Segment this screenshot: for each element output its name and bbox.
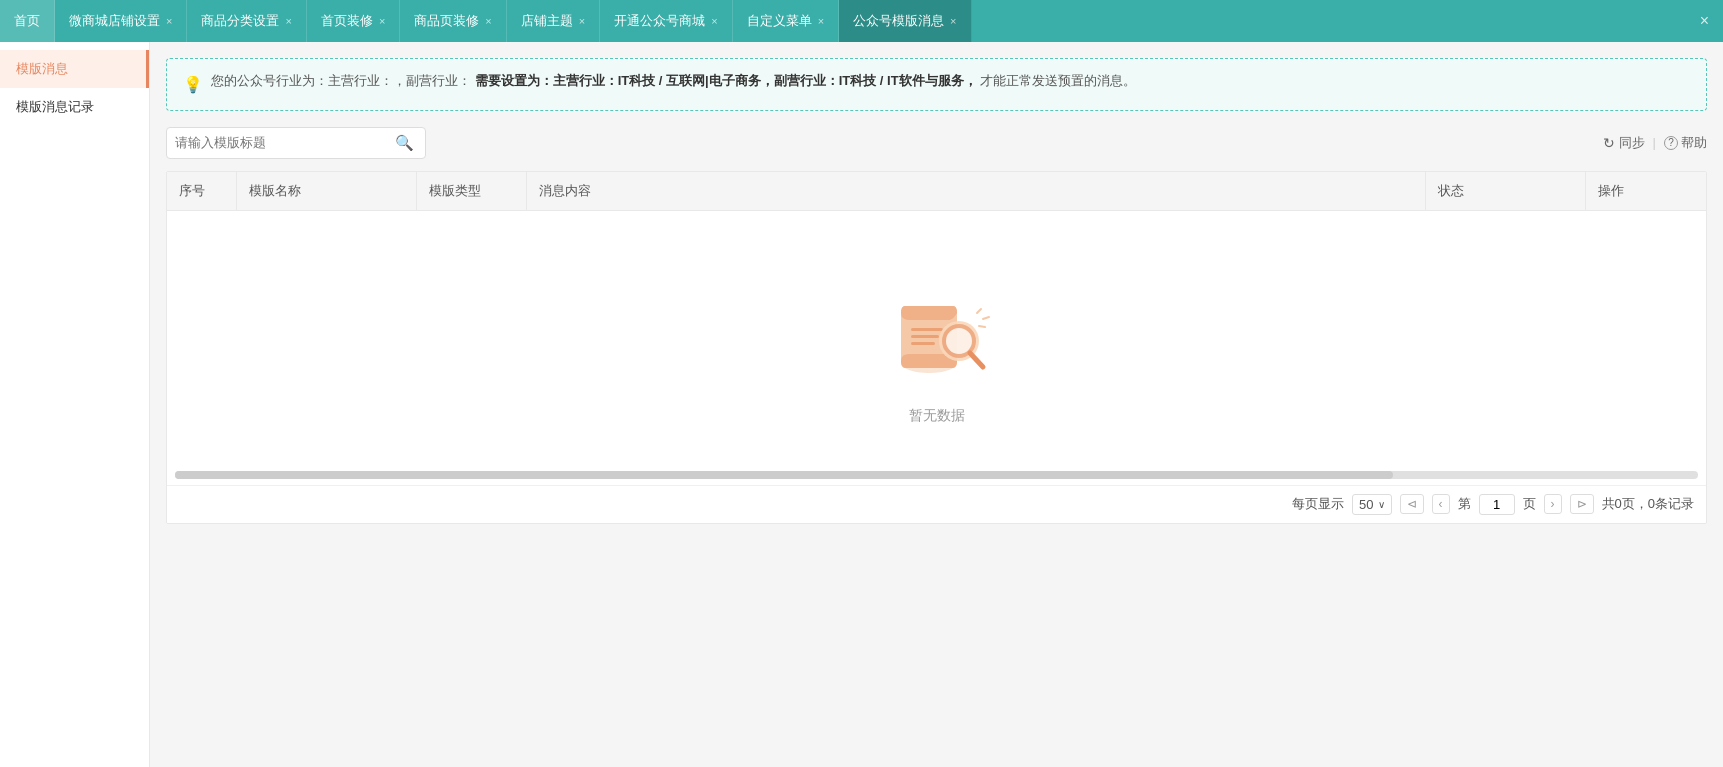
table-header: 序号 模版名称 模版类型 消息内容 状态 操作 (167, 172, 1706, 211)
main-layout: 模版消息 模版消息记录 💡 您的公众号行业为：主营行业：，副营行业： 需要设置为… (0, 42, 1723, 767)
svg-line-6 (970, 353, 983, 367)
notice-text: 您的公众号行业为：主营行业：，副营行业： 需要设置为：主营行业：IT科技 / 互… (211, 71, 1136, 92)
prev-page-button[interactable]: ‹ (1432, 494, 1450, 514)
nav-tab-open-mall[interactable]: 开通公众号商城 × (600, 0, 732, 42)
col-header-action: 操作 (1586, 172, 1706, 210)
nav-tab-template-msg[interactable]: 公众号模版消息 × (839, 0, 971, 42)
data-table: 序号 模版名称 模版类型 消息内容 状态 操作 (166, 171, 1707, 524)
svg-rect-2 (911, 335, 939, 338)
search-box[interactable]: 🔍 (166, 127, 426, 159)
page-number-input[interactable] (1479, 494, 1515, 515)
empty-state: 暂无数据 (167, 211, 1706, 465)
sidebar-item-template-message[interactable]: 模版消息 (0, 50, 149, 88)
first-page-button[interactable]: ⊲ (1400, 494, 1424, 514)
sync-icon: ↻ (1603, 135, 1615, 151)
chevron-down-icon: ∨ (1378, 499, 1385, 510)
sidebar: 模版消息 模版消息记录 (0, 42, 150, 767)
help-icon: ? (1664, 136, 1678, 150)
scrollbar-thumb[interactable] (175, 471, 1393, 479)
col-header-type: 模版类型 (417, 172, 527, 210)
horizontal-scrollbar[interactable] (167, 465, 1706, 485)
pipe-divider: | (1653, 135, 1656, 150)
content-area: 💡 您的公众号行业为：主营行业：，副营行业： 需要设置为：主营行业：IT科技 /… (150, 42, 1723, 767)
close-icon[interactable]: × (579, 15, 585, 27)
svg-line-7 (977, 309, 981, 313)
nav-tab-product-decor[interactable]: 商品页装修 × (400, 0, 506, 42)
total-text: 共0页，0条记录 (1602, 495, 1694, 513)
search-button[interactable]: 🔍 (395, 134, 414, 152)
close-icon[interactable]: × (166, 15, 172, 27)
search-row: 🔍 ↻ 同步 | ? 帮助 (166, 127, 1707, 159)
search-input[interactable] (175, 135, 395, 150)
close-icon[interactable]: × (379, 15, 385, 27)
close-icon[interactable]: × (285, 15, 291, 27)
sidebar-item-template-record[interactable]: 模版消息记录 (0, 88, 149, 126)
help-button[interactable]: ? 帮助 (1664, 134, 1707, 152)
empty-text: 暂无数据 (909, 407, 965, 425)
last-page-button[interactable]: ⊳ (1570, 494, 1594, 514)
next-page-button[interactable]: › (1544, 494, 1562, 514)
page-size-select[interactable]: 50 ∨ (1352, 494, 1391, 515)
pagination: 每页显示 50 ∨ ⊲ ‹ 第 页 › ⊳ 共0页，0条记录 (167, 485, 1706, 523)
page-word: 页 (1523, 495, 1536, 513)
top-navigation: 首页 微商城店铺设置 × 商品分类设置 × 首页装修 × 商品页装修 × 店铺主… (0, 0, 1723, 42)
lightbulb-icon: 💡 (183, 72, 203, 98)
page-size-label: 每页显示 (1292, 495, 1344, 513)
svg-rect-1 (911, 328, 943, 331)
close-all-button[interactable]: × (1686, 12, 1723, 30)
col-header-name: 模版名称 (237, 172, 417, 210)
page-word-di: 第 (1458, 495, 1471, 513)
close-icon[interactable]: × (950, 15, 956, 27)
nav-tab-micro-shop[interactable]: 微商城店铺设置 × (55, 0, 187, 42)
nav-tab-category[interactable]: 商品分类设置 × (187, 0, 306, 42)
nav-tab-home[interactable]: 首页 (0, 0, 55, 42)
close-icon[interactable]: × (818, 15, 824, 27)
sync-button[interactable]: ↻ 同步 (1603, 134, 1645, 152)
notice-banner: 💡 您的公众号行业为：主营行业：，副营行业： 需要设置为：主营行业：IT科技 /… (166, 58, 1707, 111)
scrollbar-track[interactable] (175, 471, 1698, 479)
empty-illustration (877, 271, 997, 391)
nav-tab-homepage-decor[interactable]: 首页装修 × (307, 0, 400, 42)
col-header-status: 状态 (1426, 172, 1586, 210)
close-icon[interactable]: × (485, 15, 491, 27)
close-icon[interactable]: × (711, 15, 717, 27)
svg-line-9 (979, 326, 985, 327)
col-header-index: 序号 (167, 172, 237, 210)
svg-line-8 (983, 317, 989, 319)
nav-tab-shop-theme[interactable]: 店铺主题 × (507, 0, 600, 42)
svg-rect-3 (911, 342, 935, 345)
col-header-content: 消息内容 (527, 172, 1426, 210)
nav-tab-custom-menu[interactable]: 自定义菜单 × (733, 0, 839, 42)
sync-help-area: ↻ 同步 | ? 帮助 (1603, 134, 1707, 152)
